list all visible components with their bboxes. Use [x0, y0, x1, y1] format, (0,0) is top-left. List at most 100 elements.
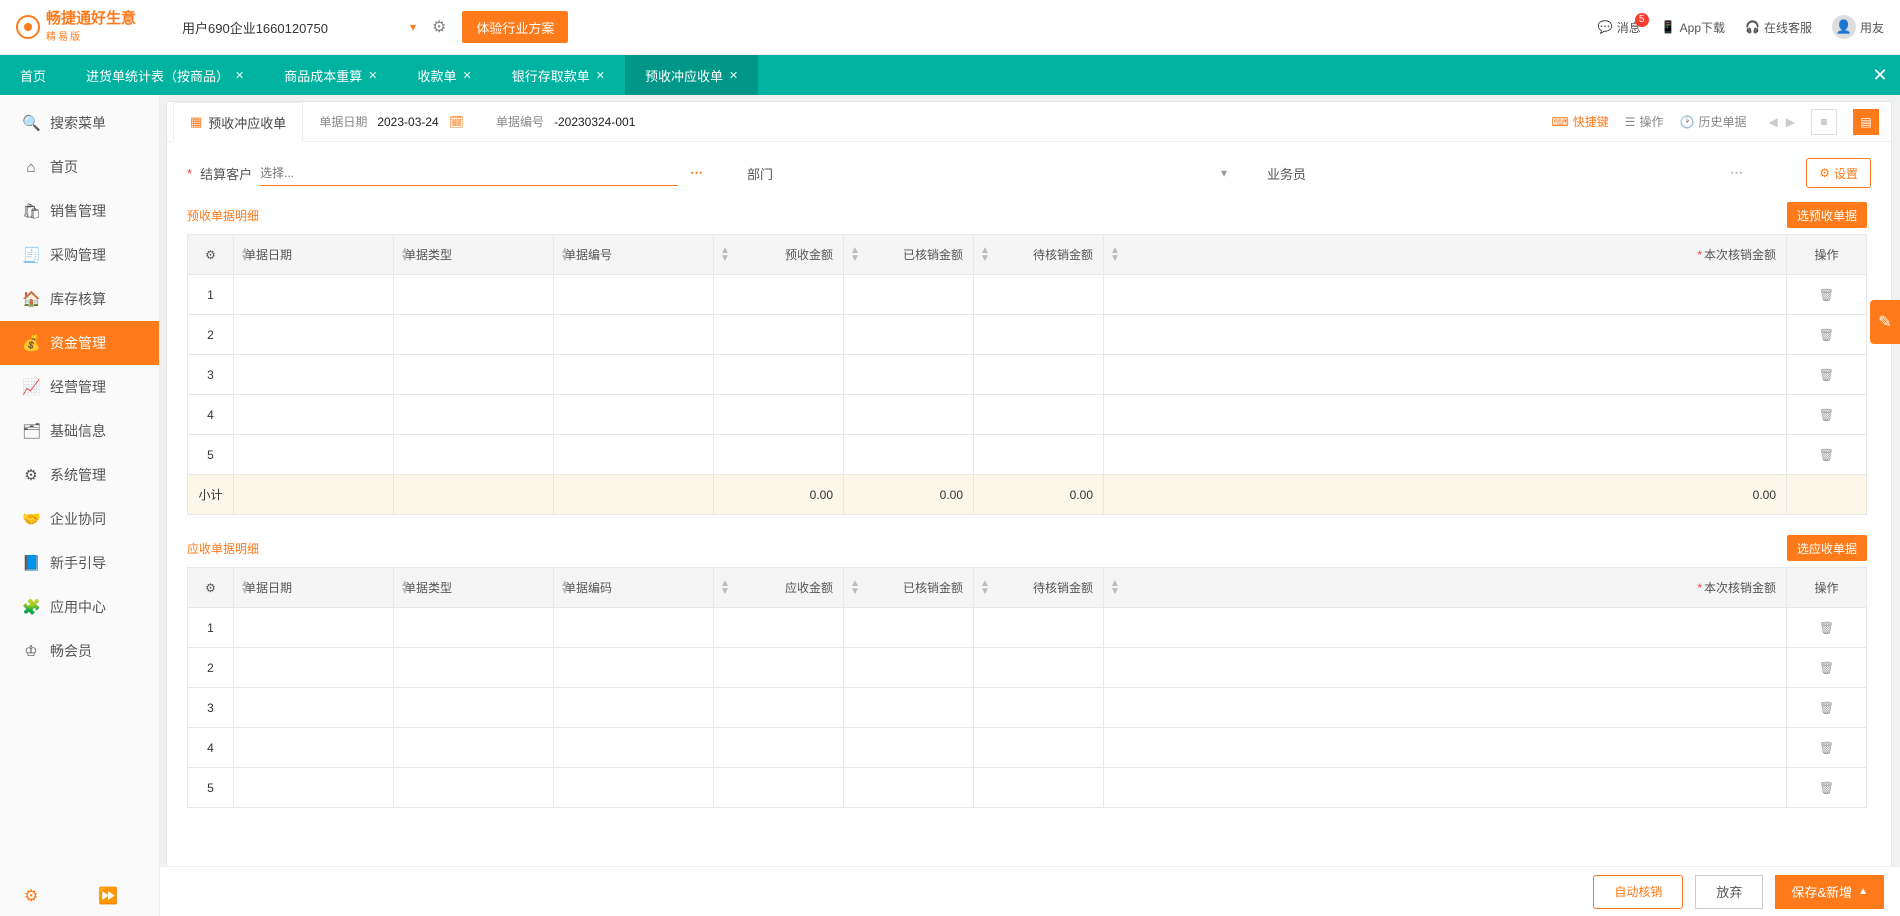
- delete-icon[interactable]: 🗑: [1819, 288, 1834, 302]
- col-receivable: ▲▼应收金额: [714, 568, 844, 608]
- close-icon[interactable]: ✕: [729, 69, 738, 82]
- prev-icon[interactable]: ◀: [1769, 115, 1778, 129]
- tab-prepay-offset[interactable]: 预收冲应收单✕: [625, 55, 758, 95]
- tenant-input[interactable]: [182, 11, 402, 43]
- trial-button[interactable]: 体验行业方案: [462, 11, 568, 43]
- sort-icon[interactable]: ▲▼: [240, 580, 250, 596]
- salesman-picker-icon[interactable]: ⋯: [1726, 165, 1747, 181]
- sort-icon[interactable]: ▲▼: [1110, 247, 1120, 263]
- tab-receipt[interactable]: 收款单✕: [397, 55, 491, 95]
- table-row[interactable]: 1🗑: [188, 275, 1867, 315]
- sort-icon[interactable]: ▲▼: [720, 247, 730, 263]
- sort-icon[interactable]: ▲▼: [560, 247, 570, 263]
- table-row[interactable]: 2🗑: [188, 315, 1867, 355]
- sort-icon[interactable]: ▲▼: [850, 580, 860, 596]
- sidebar-item-appstore[interactable]: 🧩应用中心: [0, 585, 159, 629]
- table-row[interactable]: 3🗑: [188, 355, 1867, 395]
- pick-prepay-button[interactable]: 选预收单据: [1787, 202, 1867, 228]
- sort-icon[interactable]: ▲▼: [850, 247, 860, 263]
- customer-input[interactable]: [260, 160, 678, 186]
- delete-icon[interactable]: 🗑: [1819, 448, 1834, 462]
- sidebar-item-label: 搜索菜单: [50, 113, 106, 133]
- view-card-icon[interactable]: ▤: [1853, 109, 1879, 135]
- tab-home[interactable]: 首页: [0, 55, 66, 95]
- save-button[interactable]: 保存&新增▲: [1775, 875, 1884, 909]
- sidebar-item-guide[interactable]: 📘新手引导: [0, 541, 159, 585]
- calendar-icon[interactable]: 🗓: [449, 115, 464, 129]
- chevron-down-icon[interactable]: ▾: [1221, 166, 1227, 180]
- app-download-link[interactable]: 📱 App下载: [1661, 19, 1725, 36]
- table-row[interactable]: 4🗑: [188, 728, 1867, 768]
- sidebar-item-sales[interactable]: 🛍销售管理: [0, 189, 159, 233]
- sidebar-item-inventory[interactable]: 🏠库存核算: [0, 277, 159, 321]
- delete-icon[interactable]: 🗑: [1819, 328, 1834, 342]
- sort-icon[interactable]: ▲▼: [980, 247, 990, 263]
- close-icon[interactable]: ✕: [368, 69, 377, 82]
- delete-icon[interactable]: 🗑: [1819, 781, 1834, 795]
- tab-bank-transfer[interactable]: 银行存取款单✕: [492, 55, 625, 95]
- sort-icon[interactable]: ▲▼: [240, 247, 250, 263]
- config-button[interactable]: ⚙ 设置: [1806, 158, 1871, 188]
- sidebar-settings-icon[interactable]: ⚙: [24, 886, 38, 906]
- message-link[interactable]: 💬 消息 5: [1598, 19, 1641, 36]
- dept-input[interactable]: [781, 160, 1213, 186]
- sidebar-item-system[interactable]: ⚙系统管理: [0, 453, 159, 497]
- operate-link[interactable]: ☰操作: [1625, 113, 1664, 130]
- tab-cost-recalc[interactable]: 商品成本重算✕: [264, 55, 397, 95]
- salesman-input[interactable]: [1314, 160, 1718, 186]
- sidebar: 🔍搜索菜单 ⌂首页 🛍销售管理 🧾采购管理 🏠库存核算 💰资金管理 📈经营管理 …: [0, 95, 160, 916]
- sort-icon[interactable]: ▲▼: [400, 247, 410, 263]
- abandon-button[interactable]: 放弃: [1695, 875, 1763, 909]
- receivable-section: 应收单据明细 选应收单据 ⚙ ▲▼单据日期 ▲▼单据类型 ▲▼单据编码 ▲▼应收: [167, 529, 1887, 808]
- auto-match-button[interactable]: 自动核销: [1593, 875, 1683, 909]
- online-service-link[interactable]: 🎧 在线客服: [1745, 19, 1812, 36]
- next-icon[interactable]: ▶: [1786, 115, 1795, 129]
- sidebar-item-search[interactable]: 🔍 搜索菜单: [0, 101, 159, 145]
- user-menu[interactable]: 👤 用友: [1832, 15, 1884, 39]
- float-feedback-button[interactable]: ✎: [1870, 300, 1900, 344]
- delete-icon[interactable]: 🗑: [1819, 741, 1834, 755]
- tenant-settings-icon[interactable]: ⚙: [432, 17, 446, 37]
- delete-icon[interactable]: 🗑: [1819, 621, 1834, 635]
- col-no: ▲▼单据编号: [554, 235, 714, 275]
- tenant-select[interactable]: ▾: [182, 11, 416, 43]
- sort-icon[interactable]: ▲▼: [400, 580, 410, 596]
- shortcut-link[interactable]: ⌨快捷键: [1551, 113, 1608, 130]
- sidebar-item-finance[interactable]: 💰资金管理: [0, 321, 159, 365]
- delete-icon[interactable]: 🗑: [1819, 368, 1834, 382]
- sidebar-item-operation[interactable]: 📈经营管理: [0, 365, 159, 409]
- date-value[interactable]: 2023-03-24: [377, 115, 438, 129]
- customer-picker-icon[interactable]: ⋯: [686, 165, 707, 181]
- pick-receivable-button[interactable]: 选应收单据: [1787, 535, 1867, 561]
- delete-icon[interactable]: 🗑: [1819, 701, 1834, 715]
- search-icon: 🔍: [22, 114, 40, 132]
- table-row[interactable]: 4🗑: [188, 395, 1867, 435]
- tab-purchase-report[interactable]: 进货单统计表（按商品）✕: [66, 55, 264, 95]
- delete-icon[interactable]: 🗑: [1819, 408, 1834, 422]
- sidebar-item-member[interactable]: ♔畅会员: [0, 629, 159, 673]
- table-row[interactable]: 2🗑: [188, 648, 1867, 688]
- sidebar-item-home[interactable]: ⌂首页: [0, 145, 159, 189]
- view-list-icon[interactable]: ≡: [1811, 109, 1837, 135]
- sort-icon[interactable]: ▲▼: [720, 580, 730, 596]
- row-config-header[interactable]: ⚙: [188, 235, 234, 275]
- sort-icon[interactable]: ▲▼: [980, 580, 990, 596]
- history-link[interactable]: 🕑历史单据: [1680, 113, 1747, 130]
- handshake-icon: 🤝: [22, 510, 40, 528]
- close-icon[interactable]: ✕: [463, 69, 472, 82]
- close-icon[interactable]: ✕: [235, 69, 244, 82]
- close-icon[interactable]: ✕: [596, 69, 605, 82]
- table-row[interactable]: 1🗑: [188, 608, 1867, 648]
- sort-icon[interactable]: ▲▼: [560, 580, 570, 596]
- sidebar-collapse-icon[interactable]: ⏩: [98, 886, 118, 906]
- table-row[interactable]: 5🗑: [188, 435, 1867, 475]
- row-config-header[interactable]: ⚙: [188, 568, 234, 608]
- sort-icon[interactable]: ▲▼: [1110, 580, 1120, 596]
- table-row[interactable]: 5🗑: [188, 768, 1867, 808]
- table-row[interactable]: 3🗑: [188, 688, 1867, 728]
- close-all-tabs[interactable]: ✕: [1860, 55, 1900, 95]
- sidebar-item-collab[interactable]: 🤝企业协同: [0, 497, 159, 541]
- delete-icon[interactable]: 🗑: [1819, 661, 1834, 675]
- sidebar-item-basic[interactable]: 🗂基础信息: [0, 409, 159, 453]
- sidebar-item-purchase[interactable]: 🧾采购管理: [0, 233, 159, 277]
